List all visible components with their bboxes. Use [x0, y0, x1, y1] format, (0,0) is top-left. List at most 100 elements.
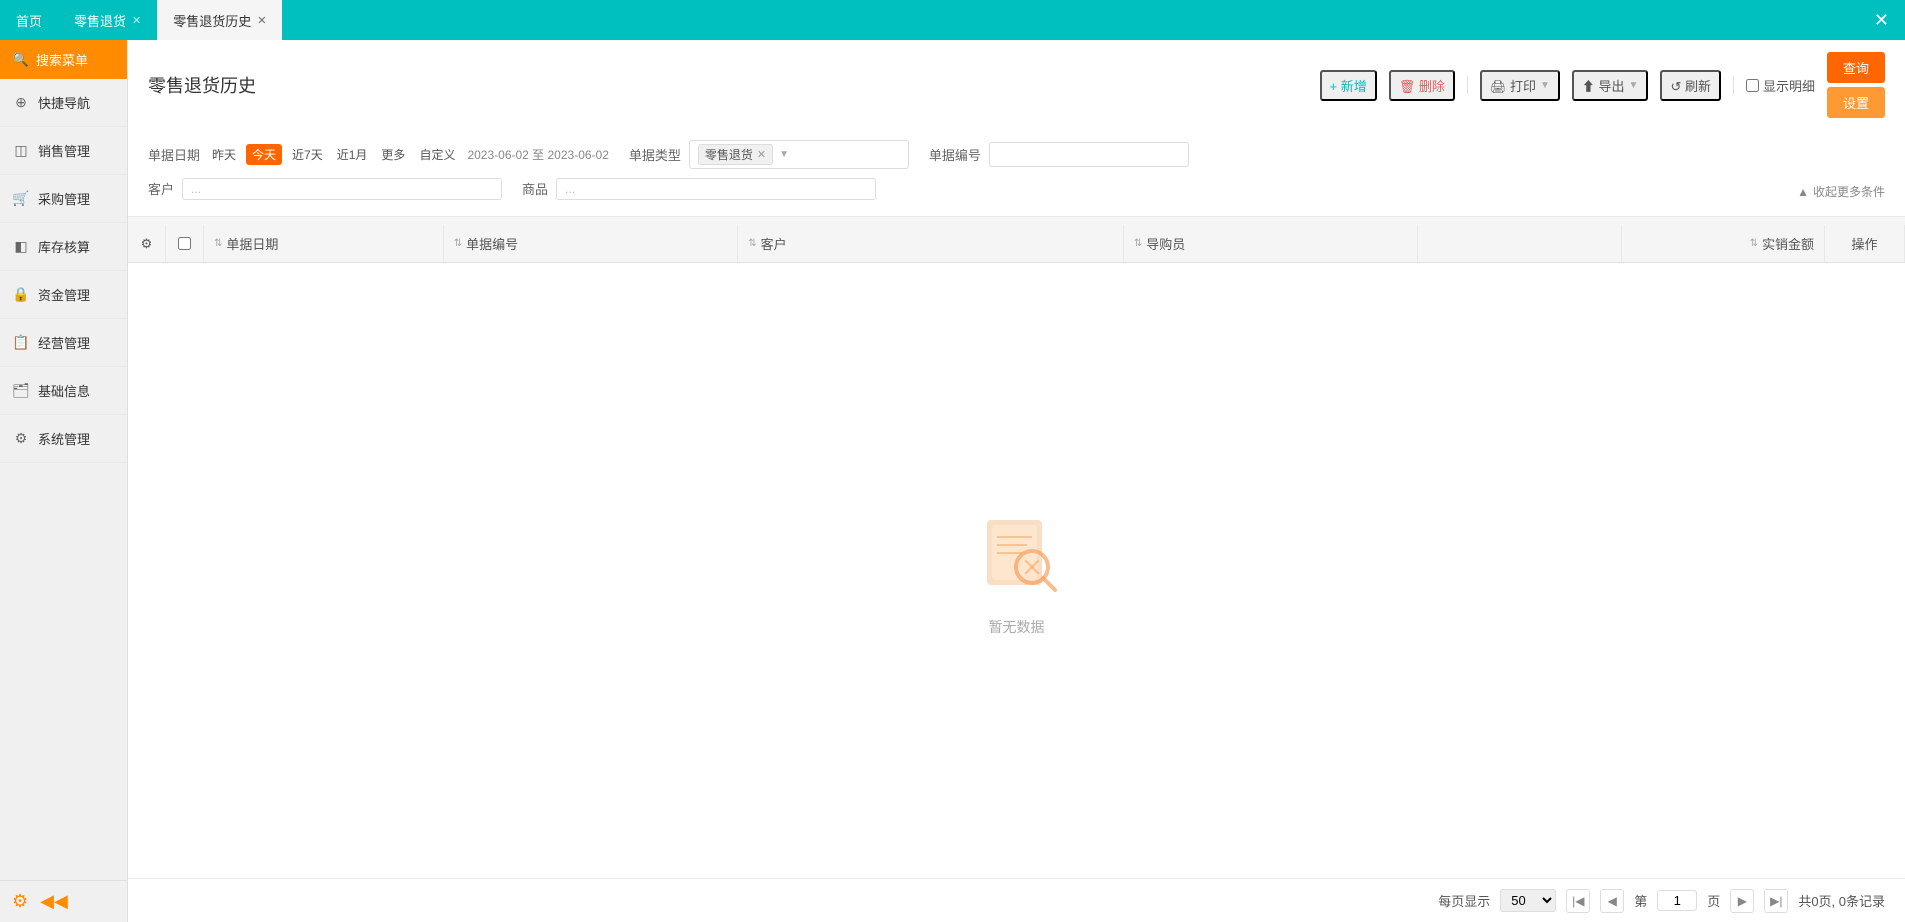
th-checkbox[interactable]	[166, 225, 204, 262]
type-tag-close-icon[interactable]: ✕	[757, 148, 766, 161]
content-area: 零售退货历史 + 新增 🗑 删除 🖨 打印 ▼ ⬆ 导出 ▼ ↺ 刷新	[128, 40, 1905, 922]
date-option-today[interactable]: 今天	[246, 144, 282, 165]
sidebar-item-sales-mgmt-label: 销售管理	[38, 141, 90, 160]
sidebar-item-sales-mgmt[interactable]: ◫ 销售管理	[0, 127, 127, 175]
empty-state: 暂无数据	[967, 505, 1067, 637]
sidebar-item-purchase-mgmt[interactable]: 🛒 采购管理	[0, 175, 127, 223]
date-option-7days[interactable]: 近7天	[288, 144, 327, 165]
empty-icon	[967, 505, 1067, 605]
tab-bar: 首页 零售退货 ✕ 零售退货历史 ✕	[0, 0, 1874, 40]
type-tag: 零售退货 ✕	[698, 144, 773, 165]
sidebar-item-inventory[interactable]: ◧ 库存核算	[0, 223, 127, 271]
collapse-button[interactable]: ▲ 收起更多条件	[1797, 183, 1885, 200]
search-icon: 🔍	[12, 51, 30, 69]
sidebar-item-system[interactable]: ⚙ 系统管理	[0, 415, 127, 463]
number-label: 单据编号	[929, 145, 981, 164]
table-container: ⚙ ⇅ 单据日期 ⇅ 单据编号 ⇅ 客户 ⇅	[128, 225, 1905, 922]
window-close-button[interactable]: ✕	[1874, 10, 1889, 31]
th-guide-label: 导购员	[1146, 234, 1185, 253]
sidebar-settings-icon[interactable]: ⚙	[12, 891, 28, 912]
customer-label: 客户	[148, 179, 174, 198]
date-label: 单据日期	[148, 145, 200, 164]
date-option-1month[interactable]: 近1月	[333, 144, 372, 165]
pagination: 每页显示 20 50 100 |◀ ◀ 第 页 ▶ ▶| 共0页, 0条记录	[128, 878, 1905, 922]
sidebar-item-finance[interactable]: 🔒 资金管理	[0, 271, 127, 319]
page-last-button[interactable]: ▶|	[1764, 889, 1788, 913]
table-header: ⚙ ⇅ 单据日期 ⇅ 单据编号 ⇅ 客户 ⇅	[128, 225, 1905, 263]
page-first-button[interactable]: |◀	[1566, 889, 1590, 913]
toolbar-divider-1	[1467, 76, 1468, 94]
th-settings-icon: ⚙	[141, 236, 153, 252]
goods-tag-input[interactable]: ...	[556, 178, 876, 200]
number-input[interactable]	[989, 142, 1189, 167]
total-text: 共0页, 0条记录	[1798, 891, 1885, 910]
collapse-label: 收起更多条件	[1813, 183, 1885, 200]
th-customer-label: 客户	[761, 234, 787, 253]
main-layout: 🔍 搜索菜单 ⊕ 快捷导航 ◫ 销售管理 🛒 采购管理 ◧ 库存核算 🔒 资金管…	[0, 40, 1905, 922]
business-icon: 📋	[12, 334, 30, 352]
finance-icon: 🔒	[12, 286, 30, 304]
page-prev-button[interactable]: ◀	[1600, 889, 1624, 913]
th-customer[interactable]: ⇅ 客户	[738, 225, 1124, 262]
add-button[interactable]: + 新增	[1320, 70, 1377, 101]
th-spacer	[1418, 225, 1621, 262]
th-settings[interactable]: ⚙	[128, 225, 166, 262]
date-option-yesterday[interactable]: 昨天	[208, 144, 240, 165]
th-amount[interactable]: ⇅ 实销金额	[1622, 225, 1825, 262]
tab-retail-return-history-close-icon[interactable]: ✕	[257, 14, 266, 27]
settings-button[interactable]: 设置	[1827, 87, 1885, 118]
sidebar-item-quick-nav[interactable]: ⊕ 快捷导航	[0, 79, 127, 127]
page-size-label: 每页显示	[1438, 891, 1490, 910]
sidebar-item-basic-info-label: 基础信息	[38, 381, 90, 400]
tab-retail-return-close-icon[interactable]: ✕	[132, 14, 141, 27]
customer-tag-input[interactable]: ...	[182, 178, 502, 200]
sidebar-item-quick-nav-label: 快捷导航	[38, 93, 90, 112]
print-button[interactable]: 🖨 打印 ▼	[1480, 70, 1560, 101]
delete-button[interactable]: 🗑 删除	[1389, 70, 1455, 101]
select-all-checkbox[interactable]	[178, 237, 191, 250]
page-header: 零售退货历史 + 新增 🗑 删除 🖨 打印 ▼ ⬆ 导出 ▼ ↺ 刷新	[128, 40, 1905, 217]
sidebar-audio-icon[interactable]: ◀◀	[40, 891, 68, 912]
tab-home[interactable]: 首页	[0, 0, 58, 40]
th-number[interactable]: ⇅ 单据编号	[444, 225, 738, 262]
table-body: 暂无数据	[128, 263, 1905, 878]
tab-retail-return[interactable]: 零售退货 ✕	[58, 0, 157, 40]
sidebar-search[interactable]: 🔍 搜索菜单	[0, 40, 127, 79]
tab-retail-return-history[interactable]: 零售退货历史 ✕	[157, 0, 282, 40]
filter-goods: 商品 ...	[522, 178, 876, 200]
date-option-more[interactable]: 更多	[377, 144, 409, 165]
goods-placeholder: ...	[565, 182, 575, 196]
sidebar-item-purchase-mgmt-label: 采购管理	[38, 189, 90, 208]
th-guide[interactable]: ⇅ 导购员	[1124, 225, 1418, 262]
sidebar-item-inventory-label: 库存核算	[38, 237, 90, 256]
th-operation: 操作	[1825, 225, 1905, 262]
filter-type: 单据类型 零售退货 ✕ ▼	[629, 140, 909, 169]
page-next-button[interactable]: ▶	[1730, 889, 1754, 913]
sidebar-bottom: ⚙ ◀◀	[0, 880, 127, 922]
th-amount-label: 实销金额	[1762, 234, 1814, 253]
show-detail-checkbox[interactable]	[1746, 79, 1759, 92]
type-tag-input[interactable]: 零售退货 ✕ ▼	[689, 140, 909, 169]
page-label: 第	[1634, 891, 1647, 910]
customer-placeholder: ...	[191, 182, 201, 196]
th-date[interactable]: ⇅ 单据日期	[204, 225, 444, 262]
type-dropdown-icon[interactable]: ▼	[779, 149, 789, 160]
date-sort-icon: ⇅	[214, 238, 222, 249]
export-dropdown-icon: ▼	[1629, 80, 1639, 91]
date-option-custom[interactable]: 自定义	[415, 144, 459, 165]
quick-nav-icon: ⊕	[12, 94, 30, 112]
page-size-select[interactable]: 20 50 100	[1500, 889, 1556, 912]
filter-customer: 客户 ...	[148, 178, 502, 200]
refresh-button[interactable]: ↺ 刷新	[1660, 70, 1721, 101]
page-number-input[interactable]	[1657, 890, 1697, 911]
export-button[interactable]: ⬆ 导出 ▼	[1572, 70, 1649, 101]
sidebar-item-basic-info[interactable]: 🗂 基础信息	[0, 367, 127, 415]
date-range-display: 2023-06-02 至 2023-06-02	[467, 146, 608, 163]
guide-sort-icon: ⇅	[1134, 238, 1142, 249]
page-title-row: 零售退货历史 + 新增 🗑 删除 🖨 打印 ▼ ⬆ 导出 ▼ ↺ 刷新	[148, 52, 1885, 118]
sidebar-item-business[interactable]: 📋 经营管理	[0, 319, 127, 367]
query-button[interactable]: 查询	[1827, 52, 1885, 83]
print-label: 🖨 打印	[1490, 76, 1536, 95]
filter-row-1: 单据日期 昨天 今天 近7天 近1月 更多 自定义 2023-06-02 至 2…	[148, 140, 1885, 169]
sidebar-search-label: 搜索菜单	[36, 50, 88, 69]
